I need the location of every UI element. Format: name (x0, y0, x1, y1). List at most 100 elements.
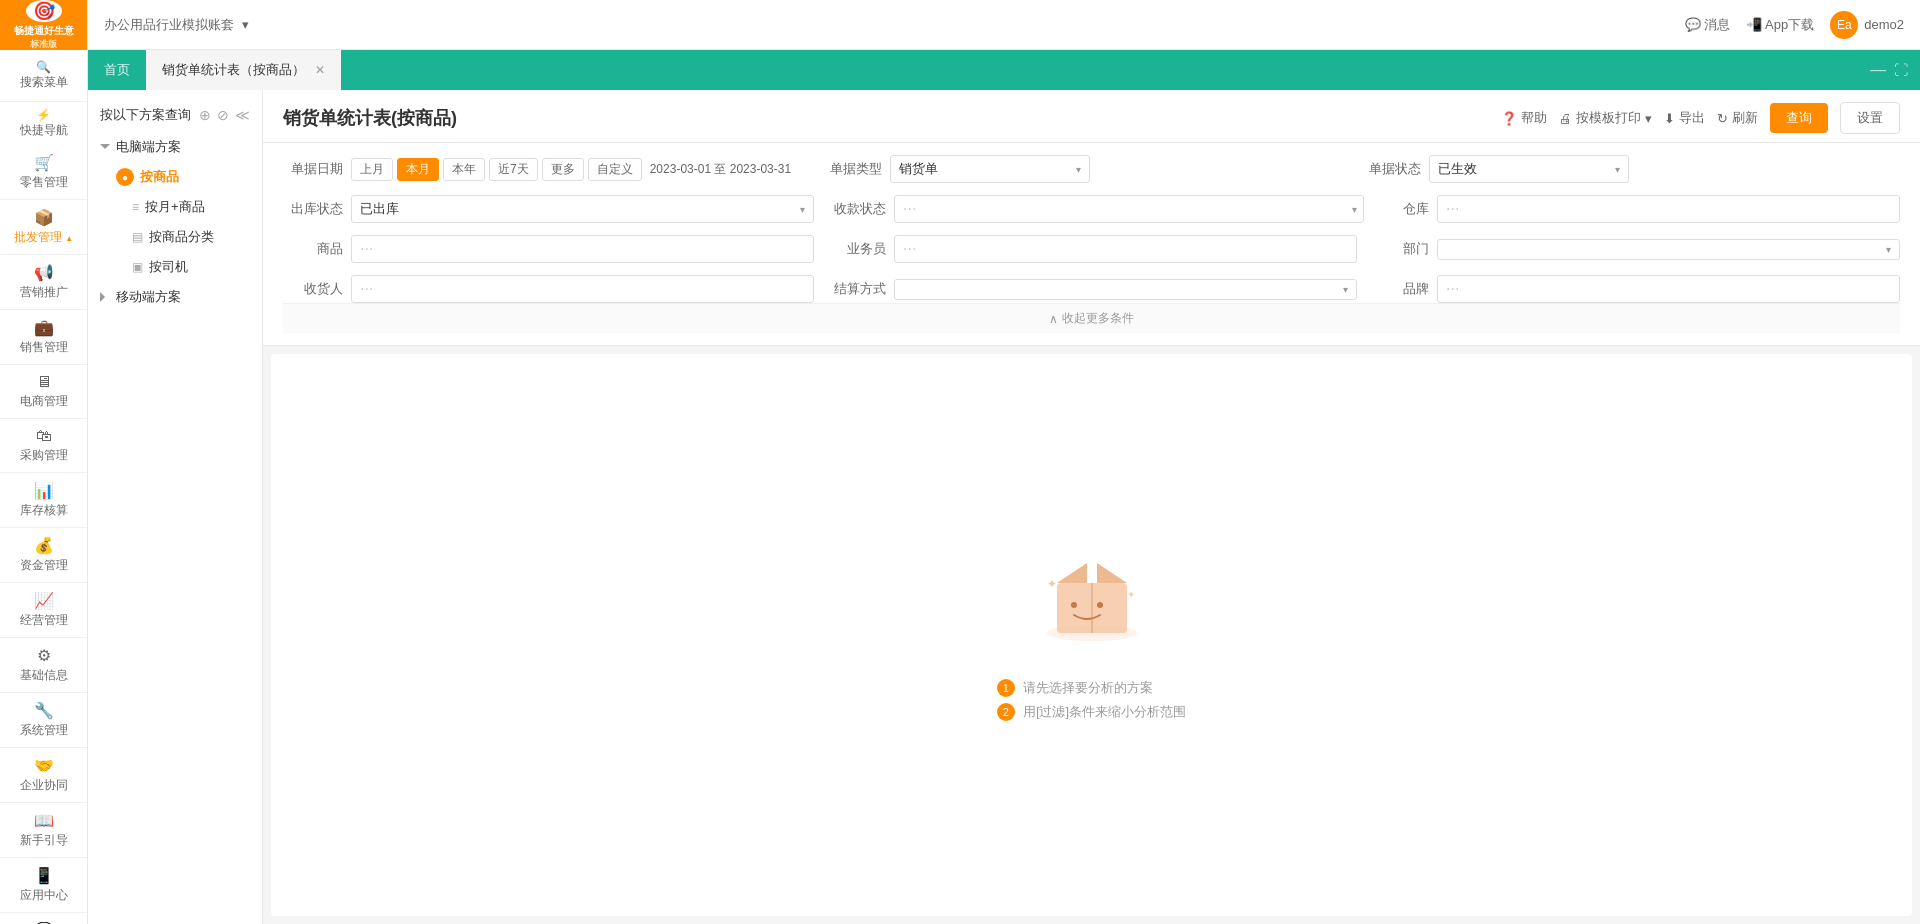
doc-status-select[interactable]: 已生效 ▾ (1429, 155, 1629, 183)
avatar-text: Ea (1837, 18, 1852, 32)
consignee-input[interactable]: ··· (351, 275, 814, 303)
refresh-icon: ↻ (1717, 111, 1728, 126)
sidebar-item-collab[interactable]: 🤝 企业协同 (0, 748, 87, 803)
tab-stats[interactable]: 销货单统计表（按商品） ✕ (146, 50, 341, 90)
tree-item-by-month-goods[interactable]: ≡ 按月+商品 (88, 192, 262, 222)
edit-scheme-icon[interactable]: ⊘ (217, 107, 229, 123)
tab-home-label: 首页 (104, 61, 130, 79)
management-icon: 📈 (4, 591, 83, 610)
sidebar-item-appstore[interactable]: 📱 应用中心 (0, 858, 87, 913)
message-btn[interactable]: 💬 消息 (1685, 16, 1731, 34)
sidebar-item-guide[interactable]: 📖 新手引导 (0, 803, 87, 858)
refresh-btn[interactable]: ↻ 刷新 (1717, 109, 1758, 127)
filter-row-2: 出库状态 已出库 ▾ 收款状态 ··· ▾ 仓库 (283, 195, 1900, 223)
tree-label: 按商品分类 (149, 228, 214, 246)
date-btn-custom[interactable]: 自定义 (588, 158, 642, 181)
doc-type-chevron: ▾ (1076, 164, 1081, 175)
sidebar-item-wholesale[interactable]: 📦 批发管理 ▲ (0, 200, 87, 255)
logo-text: 畅捷通好生意 (14, 24, 74, 38)
salesperson-input[interactable]: ··· (894, 235, 1357, 263)
sidebar-item-marketing[interactable]: 📢 营销推广 (0, 255, 87, 310)
tree-label: 按月+商品 (145, 198, 205, 216)
goods-input[interactable]: ··· (351, 235, 814, 263)
collapse-bar[interactable]: ∧ 收起更多条件 (283, 303, 1900, 333)
date-btn-thisyear[interactable]: 本年 (443, 158, 485, 181)
quick-nav[interactable]: ⚡ 快捷导航 (0, 102, 87, 145)
help-btn[interactable]: ❓ 帮助 (1501, 109, 1547, 127)
query-btn[interactable]: 查询 (1770, 103, 1828, 133)
sidebar-item-finance[interactable]: 💰 资金管理 (0, 528, 87, 583)
add-scheme-icon[interactable]: ⊕ (199, 107, 211, 123)
date-btn-lastmonth[interactable]: 上月 (351, 158, 393, 181)
tip-num-2: 2 (997, 703, 1015, 721)
tree-item-pc[interactable]: 电脑端方案 (88, 132, 262, 162)
active-dot: ● (116, 168, 134, 186)
out-status-label: 出库状态 (283, 200, 343, 218)
dropdown-icon[interactable]: ▾ (242, 17, 249, 32)
consignee-label: 收货人 (283, 280, 343, 298)
app-download-btn[interactable]: 📲 App下载 (1746, 16, 1814, 34)
sidebar-item-wechat[interactable]: 💬 企业微信 (0, 913, 87, 924)
empty-illustration: ✦ ✦ (1032, 543, 1152, 663)
date-btn-thismonth[interactable]: 本月 (397, 158, 439, 181)
svg-text:✦: ✦ (1127, 589, 1135, 600)
tab-close-icon[interactable]: ✕ (315, 63, 325, 77)
date-btn-more[interactable]: 更多 (542, 158, 584, 181)
tab-home[interactable]: 首页 (88, 50, 146, 90)
warehouse-input[interactable]: ··· (1437, 195, 1900, 223)
tree-item-by-driver[interactable]: ▣ 按司机 (88, 252, 262, 282)
logo-icon: 🎯 (26, 0, 62, 22)
empty-state: ✦ ✦ 1 请先选择要分析的方案 2 用[过滤]条件来缩小分析范围 (271, 354, 1912, 916)
sidebar-item-label: 系统管理 (20, 723, 68, 737)
message-icon: 💬 (1685, 17, 1701, 32)
receipt-status-input[interactable]: ··· (894, 195, 1364, 223)
quick-nav-label: 快捷导航 (4, 122, 83, 139)
marketing-icon: 📢 (4, 263, 83, 282)
sidebar-item-system[interactable]: 🔧 系统管理 (0, 693, 87, 748)
sidebar-item-retail[interactable]: 🛒 零售管理 (0, 145, 87, 200)
sidebar-item-purchase[interactable]: 🛍 采购管理 (0, 419, 87, 473)
sidebar-item-inventory[interactable]: 📊 库存核算 (0, 473, 87, 528)
print-dropdown-icon: ▾ (1645, 111, 1652, 126)
payment-select[interactable]: ▾ (894, 279, 1357, 300)
collab-icon: 🤝 (4, 756, 83, 775)
tip-item-2: 2 用[过滤]条件来缩小分析范围 (997, 703, 1186, 721)
top-header: 办公用品行业模拟账套 ▾ 💬 消息 📲 App下载 Ea demo2 (88, 0, 1920, 50)
doc-type-select[interactable]: 销货单 ▾ (890, 155, 1090, 183)
finance-icon: 💰 (4, 536, 83, 555)
doc-status-label: 单据状态 (1361, 160, 1421, 178)
user-info[interactable]: Ea demo2 (1830, 11, 1904, 39)
consignee-dots: ··· (360, 280, 373, 298)
dept-select[interactable]: ▾ (1437, 239, 1900, 260)
filter-row-1: 单据日期 上月 本月 本年 近7天 更多 自定义 2023-03-01 至 20… (283, 155, 1900, 183)
warehouse-dots: ··· (1446, 200, 1459, 218)
minimize-icon[interactable]: — (1870, 61, 1886, 79)
doc-type-value: 销货单 (899, 160, 938, 178)
brand-input[interactable]: ··· (1437, 275, 1900, 303)
consignee-filter: 收货人 ··· (283, 275, 814, 303)
settings-btn[interactable]: 设置 (1840, 102, 1900, 134)
tree-item-by-goods[interactable]: ● 按商品 (88, 162, 262, 192)
tree-item-mobile[interactable]: 移动端方案 (88, 282, 262, 312)
sidebar-item-basic[interactable]: ⚙ 基础信息 (0, 638, 87, 693)
maximize-icon[interactable]: ⛶ (1894, 62, 1908, 78)
out-status-value: 已出库 (360, 200, 399, 218)
collapse-panel-icon[interactable]: ≪ (235, 107, 250, 123)
brand-dots: ··· (1446, 280, 1459, 298)
tree-item-by-category[interactable]: ▤ 按商品分类 (88, 222, 262, 252)
sidebar-item-management[interactable]: 📈 经营管理 (0, 583, 87, 638)
receipt-status-label: 收款状态 (826, 200, 886, 218)
driver-icon: ▣ (132, 260, 143, 274)
print-btn[interactable]: 🖨 按模板打印 ▾ (1559, 109, 1652, 127)
content-area: 按以下方案查询 ⊕ ⊘ ≪ 电脑端方案 ● 按商品 ≡ 按月+商品 (88, 90, 1920, 924)
sidebar-item-ecommerce[interactable]: 🖥 电商管理 (0, 365, 87, 419)
right-panel: 销货单统计表(按商品) ❓ 帮助 🖨 按模板打印 ▾ ⬇ 导出 (263, 90, 1920, 924)
tree-label: 移动端方案 (116, 288, 181, 306)
out-status-select[interactable]: 已出库 ▾ (351, 195, 814, 223)
sidebar-item-sales[interactable]: 💼 销售管理 (0, 310, 87, 365)
export-btn[interactable]: ⬇ 导出 (1664, 109, 1705, 127)
date-btn-7days[interactable]: 近7天 (489, 158, 538, 181)
empty-tips: 1 请先选择要分析的方案 2 用[过滤]条件来缩小分析范围 (997, 679, 1186, 727)
search-menu[interactable]: 🔍 搜索菜单 (0, 50, 87, 102)
date-buttons: 上月 本月 本年 近7天 更多 自定义 (351, 158, 642, 181)
